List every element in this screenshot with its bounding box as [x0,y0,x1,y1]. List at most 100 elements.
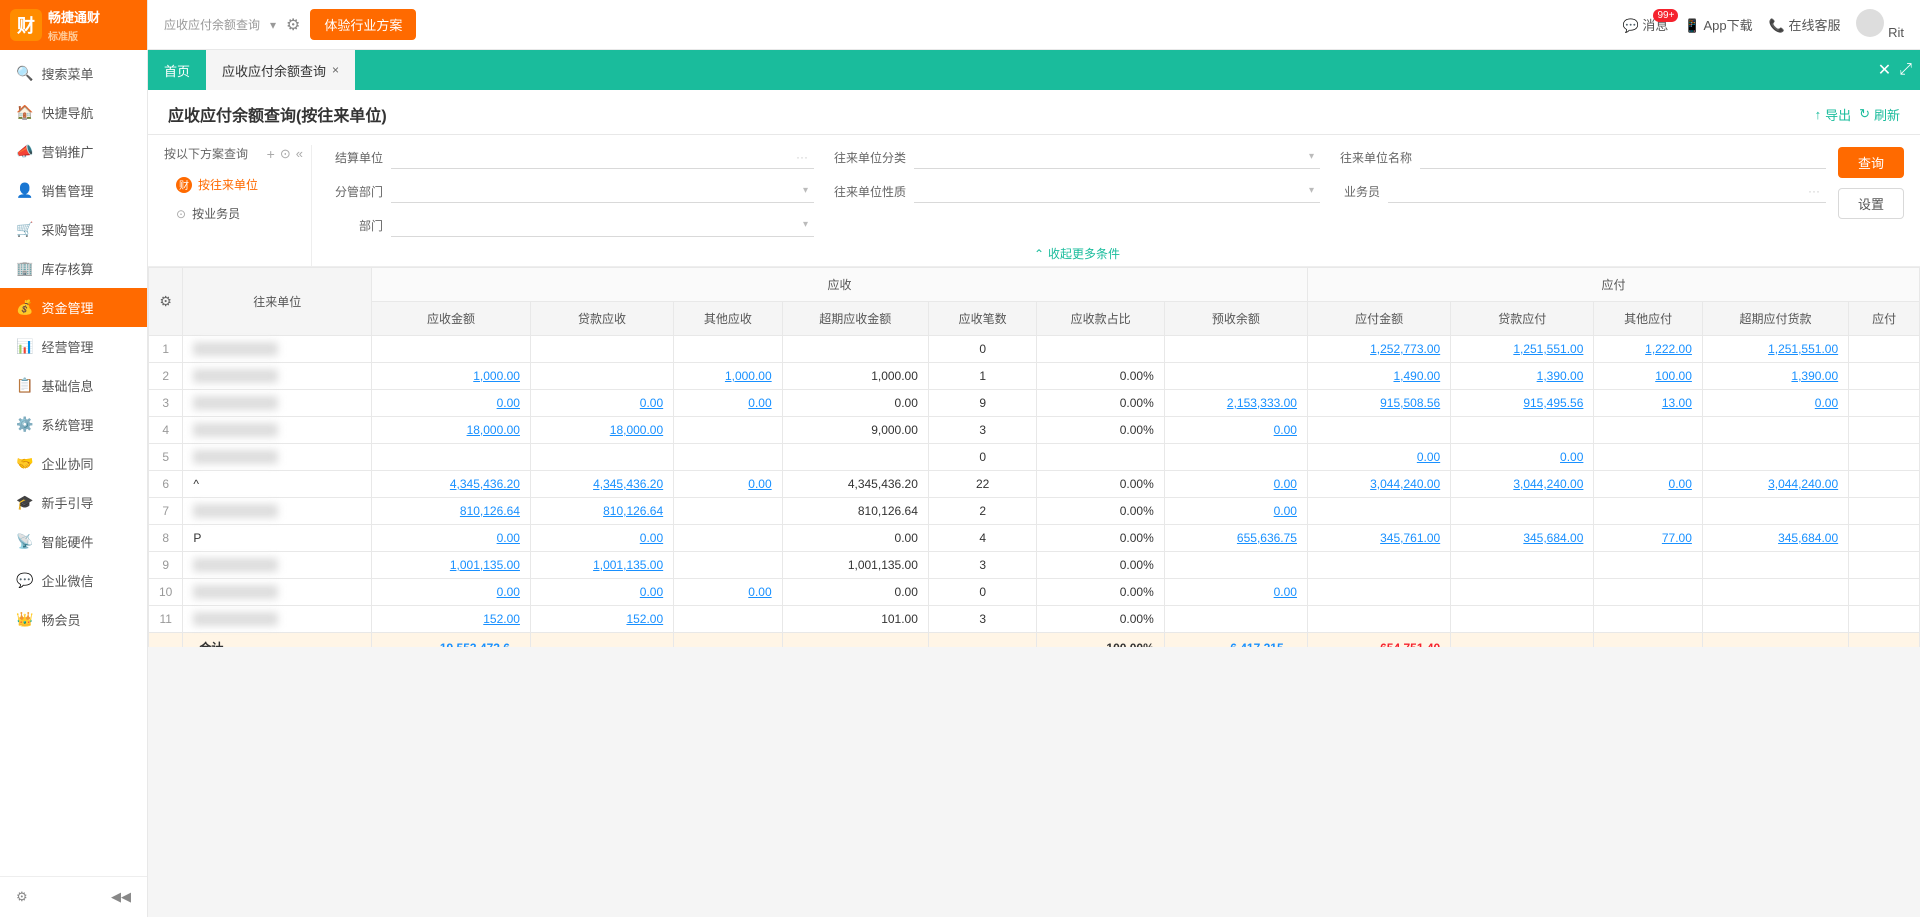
table-cell[interactable]: 77.00 [1594,525,1703,552]
table-cell[interactable]: 0.00 [674,390,783,417]
table-cell[interactable]: 1,251,551.00 [1451,336,1594,363]
table-cell[interactable]: 0.00 [1451,444,1594,471]
table-cell[interactable]: 0.00 [1594,471,1703,498]
filter-settings-icon[interactable]: ⊙ [280,146,291,162]
table-cell[interactable]: 3,044,240.00 [1307,471,1450,498]
table-cell[interactable]: 0.00 [530,390,673,417]
dept-select[interactable]: ▾ [391,213,814,237]
tab-close-icon[interactable]: × [332,63,339,77]
table-cell[interactable]: 152.00 [372,606,531,633]
topbar-gear-icon[interactable]: ⚙ [286,15,300,35]
table-cell[interactable]: 345,761.00 [1307,525,1450,552]
sidebar-item-base-info[interactable]: 📋 基础信息 [0,366,147,405]
app-download-button[interactable]: 📱 App下载 [1684,15,1752,34]
table-cell [1702,444,1848,471]
tab-ar-ap[interactable]: 应收应付余额查询 × [206,50,355,90]
sidebar-item-system[interactable]: ⚙️ 系统管理 [0,405,147,444]
sidebar-item-guide[interactable]: 🎓 新手引导 [0,483,147,522]
table-cell[interactable]: 915,508.56 [1307,390,1450,417]
table-cell[interactable]: 3,044,240.00 [1451,471,1594,498]
table-cell[interactable]: 0.00 [1164,471,1307,498]
salesman-input[interactable]: ··· [1388,179,1826,203]
table-cell[interactable]: 1,251,551.00 [1702,336,1848,363]
message-button[interactable]: 💬 消息 99+ [1623,15,1669,34]
table-cell[interactable]: 152.00 [530,606,673,633]
sidebar-item-smart-hw[interactable]: 📡 智能硬件 [0,522,147,561]
sidebar-item-inventory[interactable]: 🏢 库存核算 [0,249,147,288]
settings-button[interactable]: 设置 [1838,188,1904,219]
table-settings-icon[interactable]: ⚙ [159,293,172,309]
table-cell[interactable]: 810,126.64 [372,498,531,525]
table-cell[interactable]: 0.00 [372,579,531,606]
table-cell[interactable]: 18,000.00 [372,417,531,444]
table-cell[interactable]: 0.00 [674,471,783,498]
solution-button[interactable]: 体验行业方案 [310,9,416,40]
export-button[interactable]: ↑ 导出 [1815,105,1852,124]
customer-service-button[interactable]: 📞 在线客服 [1769,15,1841,34]
table-cell[interactable]: 1,390.00 [1451,363,1594,390]
sidebar-collapse-button[interactable]: ◀◀ [103,885,139,909]
sidebar-item-search-menu[interactable]: 🔍 搜索菜单 [0,54,147,93]
table-cell[interactable]: 1,490.00 [1307,363,1450,390]
table-cell[interactable]: 345,684.00 [1451,525,1594,552]
sidebar-item-sales[interactable]: 👤 销售管理 [0,171,147,210]
table-cell[interactable]: 0.00 [1307,444,1450,471]
table-cell[interactable]: 4,345,436.20 [372,471,531,498]
tab-close-window-icon[interactable]: ✕ [1878,60,1891,80]
table-cell[interactable]: 0.00 [1164,498,1307,525]
query-buttons: 查询 设置 [1826,145,1904,266]
sidebar-item-enterprise[interactable]: 🤝 企业协同 [0,444,147,483]
table-cell[interactable]: 0.00 [674,579,783,606]
table-cell[interactable]: 1,222.00 [1594,336,1703,363]
table-cell[interactable]: 1,252,773.00 [1307,336,1450,363]
sidebar-item-member[interactable]: 👑 畅会员 [0,600,147,639]
sidebar-item-purchase[interactable]: 🛒 采购管理 [0,210,147,249]
table-cell[interactable]: 4,345,436.20 [530,471,673,498]
filter-option-by-partner[interactable]: 财 按往来单位 [164,170,303,199]
sidebar-item-quick-nav[interactable]: 🏠 快捷导航 [0,93,147,132]
table-cell[interactable]: 1,000.00 [372,363,531,390]
table-cell[interactable]: 915,495.56 [1451,390,1594,417]
partner-nature-select[interactable]: ▾ [914,179,1320,203]
table-cell[interactable]: 1,390.00 [1702,363,1848,390]
table-cell[interactable]: 100.00 [1594,363,1703,390]
table-cell[interactable]: 1,000.00 [674,363,783,390]
table-cell[interactable]: 0.00 [1164,417,1307,444]
table-cell[interactable]: 0.00 [372,390,531,417]
filter-arrow-icon[interactable]: « [296,146,303,162]
table-cell[interactable]: 1,001,135.00 [372,552,531,579]
table-cell[interactable]: 810,126.64 [530,498,673,525]
table-cell[interactable]: 0.00 [1702,390,1848,417]
table-cell[interactable]: 0.00 [1164,579,1307,606]
table-cell[interactable]: 18,000.00 [530,417,673,444]
table-cell[interactable]: 345,684.00 [1702,525,1848,552]
tab-home[interactable]: 首页 [148,50,206,90]
table-cell[interactable]: 1,001,135.00 [530,552,673,579]
partner-name-input[interactable] [1420,145,1826,169]
collapse-button[interactable]: ⌃ 收起更多条件 [1034,245,1120,262]
table-cell[interactable]: 0.00 [530,525,673,552]
sidebar-item-wx[interactable]: 💬 企业微信 [0,561,147,600]
table-cell[interactable]: 0.00 [530,579,673,606]
tab-expand-icon[interactable]: ⤢ [1899,61,1912,79]
topbar-dropdown-arrow[interactable]: ▾ [270,18,276,32]
sidebar-settings-button[interactable]: ⚙ [8,885,36,909]
total-ar-amount[interactable]: 19,553,472,6... [372,633,531,648]
partner-category-select[interactable]: ▾ [914,145,1320,169]
sidebar-item-finance[interactable]: 💰 资金管理 [0,288,147,327]
filter-add-icon[interactable]: + [267,146,275,162]
sidebar-item-operation[interactable]: 📊 经营管理 [0,327,147,366]
table-cell[interactable]: 0.00 [372,525,531,552]
table-cell[interactable]: 13.00 [1594,390,1703,417]
filter-option-by-salesman[interactable]: ⊙ 按业务员 [164,199,303,228]
query-button[interactable]: 查询 [1838,147,1904,178]
total-ar-prepay[interactable]: 6,417,215.... [1164,633,1307,648]
user-menu[interactable]: Rit [1856,9,1904,40]
refresh-button[interactable]: ↻ 刷新 [1859,105,1900,124]
settlement-unit-input[interactable]: ··· [391,145,814,169]
dept-manage-select[interactable]: ▾ [391,179,814,203]
table-cell[interactable]: 3,044,240.00 [1702,471,1848,498]
sidebar-item-marketing[interactable]: 📣 营销推广 [0,132,147,171]
table-cell[interactable]: 2,153,333.00 [1164,390,1307,417]
table-cell[interactable]: 655,636.75 [1164,525,1307,552]
